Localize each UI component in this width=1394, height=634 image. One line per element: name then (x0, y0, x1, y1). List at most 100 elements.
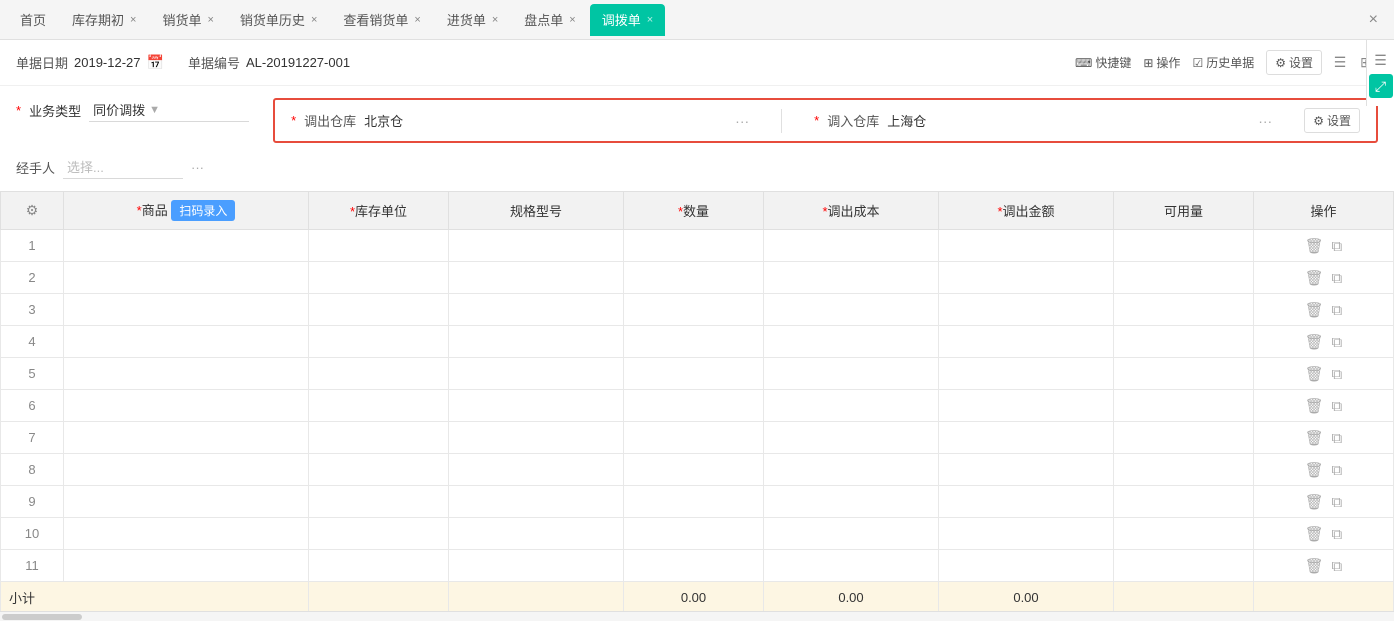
amount-cell[interactable] (939, 422, 1114, 454)
available-cell[interactable] (1114, 262, 1254, 294)
tab-purchase-order[interactable]: 进货单 × (435, 4, 510, 36)
unit-cell[interactable] (309, 294, 449, 326)
available-cell[interactable] (1114, 390, 1254, 422)
available-cell[interactable] (1114, 518, 1254, 550)
delete-icon[interactable]: 🗑 (1305, 398, 1324, 415)
product-cell[interactable] (64, 262, 309, 294)
cost-cell[interactable] (764, 358, 939, 390)
operations-link[interactable]: ⊞ 操作 (1143, 54, 1180, 71)
delete-icon[interactable]: 🗑 (1305, 558, 1324, 575)
cost-cell[interactable] (764, 486, 939, 518)
tab-sales-history-close[interactable]: × (311, 14, 317, 26)
shortcut-link[interactable]: ⌨ 快捷键 (1075, 54, 1131, 71)
unit-cell[interactable] (309, 230, 449, 262)
tab-inventory-count-close[interactable]: × (569, 14, 575, 26)
spec-cell[interactable] (449, 518, 624, 550)
qty-cell[interactable] (624, 294, 764, 326)
amount-cell[interactable] (939, 294, 1114, 326)
copy-icon[interactable]: ⧉ (1331, 302, 1342, 319)
qty-cell[interactable] (624, 262, 764, 294)
copy-icon[interactable]: ⧉ (1331, 430, 1342, 447)
qty-cell[interactable] (624, 326, 764, 358)
delete-icon[interactable]: 🗑 (1305, 526, 1324, 543)
product-cell[interactable] (64, 454, 309, 486)
product-cell[interactable] (64, 358, 309, 390)
tab-view-sales[interactable]: 查看销货单 × (331, 4, 432, 36)
available-cell[interactable] (1114, 294, 1254, 326)
spec-cell[interactable] (449, 230, 624, 262)
cost-cell[interactable] (764, 230, 939, 262)
cost-cell[interactable] (764, 454, 939, 486)
amount-cell[interactable] (939, 390, 1114, 422)
tab-home[interactable]: 首页 (8, 4, 58, 36)
cost-cell[interactable] (764, 422, 939, 454)
available-cell[interactable] (1114, 454, 1254, 486)
tab-sales-order[interactable]: 销货单 × (150, 4, 225, 36)
copy-icon[interactable]: ⧉ (1331, 334, 1342, 351)
copy-icon[interactable]: ⧉ (1331, 558, 1342, 575)
amount-cell[interactable] (939, 262, 1114, 294)
product-cell[interactable] (64, 550, 309, 582)
amount-cell[interactable] (939, 550, 1114, 582)
delete-icon[interactable]: 🗑 (1305, 238, 1324, 255)
spec-cell[interactable] (449, 358, 624, 390)
bottom-scrollbar[interactable] (0, 611, 1394, 621)
qty-cell[interactable] (624, 518, 764, 550)
table-gear-icon[interactable]: ⚙ (26, 202, 39, 218)
amount-cell[interactable] (939, 358, 1114, 390)
available-cell[interactable] (1114, 326, 1254, 358)
cost-cell[interactable] (764, 518, 939, 550)
unit-cell[interactable] (309, 326, 449, 358)
layout-list-btn[interactable]: ☰ (1328, 51, 1352, 75)
transfer-in-more-icon[interactable]: ··· (1258, 113, 1272, 129)
cost-cell[interactable] (764, 550, 939, 582)
unit-cell[interactable] (309, 454, 449, 486)
setting-button[interactable]: ⚙ 设置 (1266, 50, 1322, 75)
transfer-out-more-icon[interactable]: ··· (735, 113, 749, 129)
available-cell[interactable] (1114, 358, 1254, 390)
spec-cell[interactable] (449, 326, 624, 358)
copy-icon[interactable]: ⧉ (1331, 366, 1342, 383)
business-type-select[interactable]: 同价调拨 ▼ (89, 98, 249, 122)
product-cell[interactable] (64, 518, 309, 550)
unit-cell[interactable] (309, 550, 449, 582)
delete-icon[interactable]: 🗑 (1305, 270, 1324, 287)
tab-view-sales-close[interactable]: × (414, 14, 420, 26)
tab-sales-history[interactable]: 销货单历史 × (228, 4, 329, 36)
delete-icon[interactable]: 🗑 (1305, 430, 1324, 447)
cost-cell[interactable] (764, 326, 939, 358)
spec-cell[interactable] (449, 422, 624, 454)
sidebar-list-btn[interactable]: ☰ (1369, 48, 1393, 72)
tab-purchase-order-close[interactable]: × (492, 14, 498, 26)
cost-cell[interactable] (764, 262, 939, 294)
history-link[interactable]: ☑ 历史单据 (1192, 54, 1254, 71)
spec-cell[interactable] (449, 294, 624, 326)
tab-sales-order-close[interactable]: × (207, 14, 213, 26)
unit-cell[interactable] (309, 518, 449, 550)
qty-cell[interactable] (624, 454, 764, 486)
spec-cell[interactable] (449, 390, 624, 422)
person-select[interactable]: 选择... (63, 155, 183, 179)
available-cell[interactable] (1114, 230, 1254, 262)
amount-cell[interactable] (939, 486, 1114, 518)
spec-cell[interactable] (449, 486, 624, 518)
amount-cell[interactable] (939, 326, 1114, 358)
cost-cell[interactable] (764, 390, 939, 422)
window-close-button[interactable]: × (1361, 7, 1386, 33)
delete-icon[interactable]: 🗑 (1305, 302, 1324, 319)
unit-cell[interactable] (309, 390, 449, 422)
tab-inventory-count[interactable]: 盘点单 × (512, 4, 587, 36)
tab-inventory-init[interactable]: 库存期初 × (60, 4, 148, 36)
copy-icon[interactable]: ⧉ (1331, 526, 1342, 543)
qty-cell[interactable] (624, 358, 764, 390)
copy-icon[interactable]: ⧉ (1331, 238, 1342, 255)
person-more-icon[interactable]: ··· (191, 160, 204, 175)
warehouse-setting-button[interactable]: ⚙ 设置 (1304, 108, 1360, 133)
copy-icon[interactable]: ⧉ (1331, 398, 1342, 415)
calendar-icon[interactable]: 📅 (147, 54, 164, 71)
copy-icon[interactable]: ⧉ (1331, 494, 1342, 511)
available-cell[interactable] (1114, 550, 1254, 582)
spec-cell[interactable] (449, 550, 624, 582)
product-cell[interactable] (64, 486, 309, 518)
unit-cell[interactable] (309, 358, 449, 390)
